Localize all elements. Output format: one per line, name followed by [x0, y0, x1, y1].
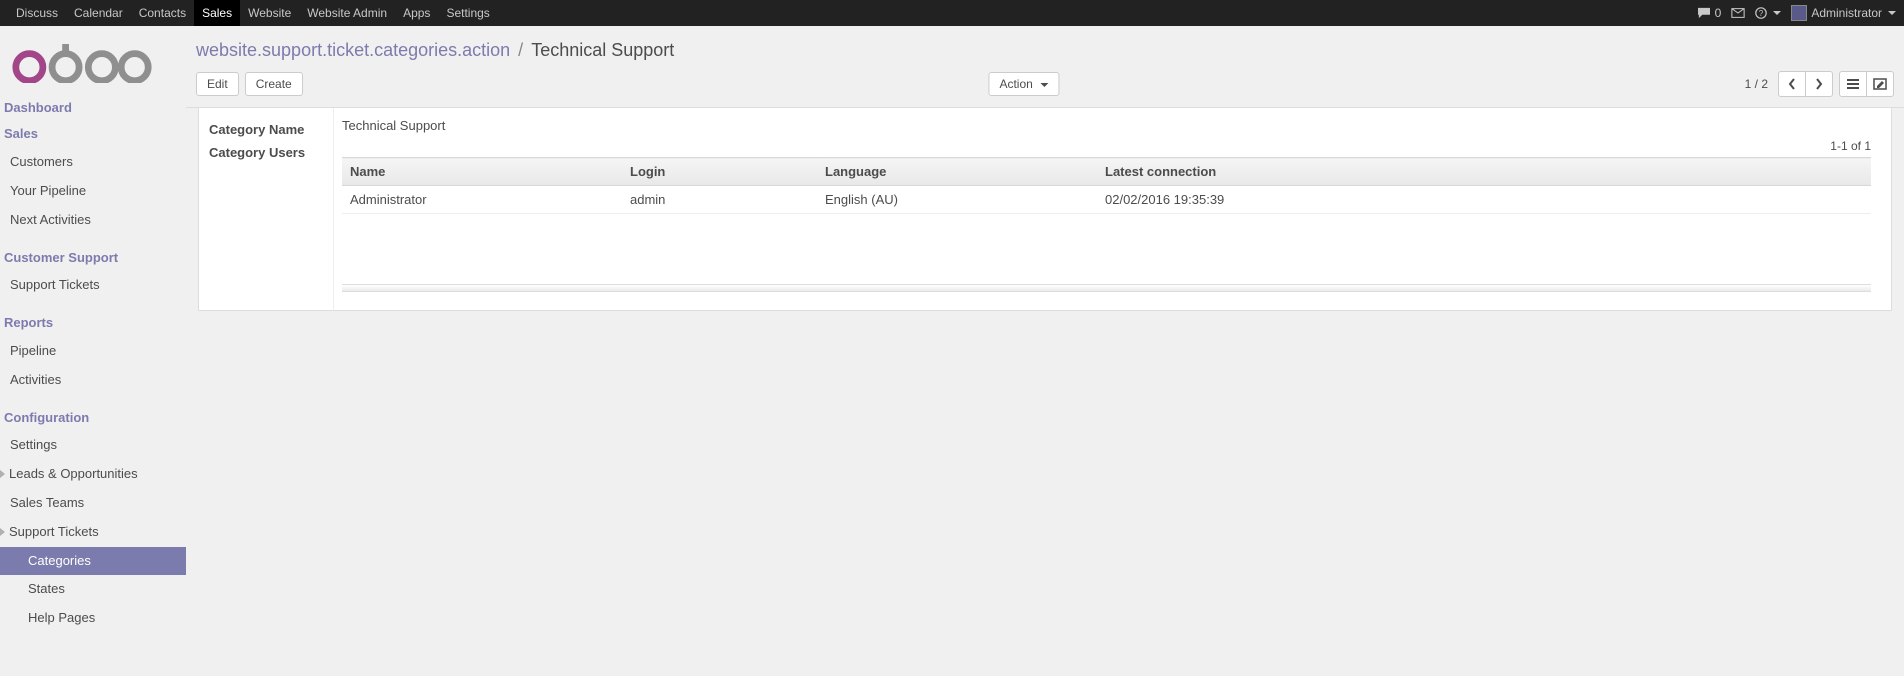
nav-calendar[interactable]: Calendar: [66, 0, 131, 26]
create-button[interactable]: Create: [245, 72, 303, 96]
content-area: website.support.ticket.categories.action…: [186, 26, 1904, 676]
odoo-logo-icon: [10, 44, 155, 83]
form-labels-column: Category Name Category Users: [199, 108, 334, 310]
sidebar-support-tickets[interactable]: Support Tickets: [0, 271, 186, 300]
form-values-column: Technical Support 1-1 of 1 Name Login La…: [334, 108, 1891, 310]
list-view-button[interactable]: [1839, 71, 1867, 97]
avatar-icon: [1791, 5, 1807, 21]
form-view-button[interactable]: [1866, 71, 1894, 97]
chevron-right-icon: [1815, 78, 1823, 90]
col-language[interactable]: Language: [817, 158, 1097, 186]
pager-next-button[interactable]: [1805, 71, 1833, 97]
nav-apps[interactable]: Apps: [395, 0, 438, 26]
messages-count: 0: [1715, 6, 1722, 20]
chevron-down-icon: [1773, 11, 1781, 15]
sidebar-help-pages[interactable]: Help Pages: [0, 604, 186, 633]
sidebar-config-support-tickets[interactable]: Support Tickets: [0, 518, 186, 547]
nav-website-admin[interactable]: Website Admin: [299, 0, 395, 26]
table-header-row: Name Login Language Latest connection: [342, 158, 1871, 186]
top-navbar: Discuss Calendar Contacts Sales Website …: [0, 0, 1904, 26]
sidebar-settings[interactable]: Settings: [0, 431, 186, 460]
logo: [0, 26, 186, 95]
toolbar: Edit Create Action 1 / 2: [186, 67, 1904, 108]
pager-text[interactable]: 1 / 2: [1745, 77, 1768, 91]
sidebar-states[interactable]: States: [0, 575, 186, 604]
cell-name: Administrator: [342, 186, 622, 214]
col-latest-connection[interactable]: Latest connection: [1097, 158, 1871, 186]
nav-discuss[interactable]: Discuss: [8, 0, 66, 26]
sidebar-leads-opportunities[interactable]: Leads & Opportunities: [0, 460, 186, 489]
sidebar: Dashboard Sales Customers Your Pipeline …: [0, 26, 186, 676]
label-category-users: Category Users: [209, 141, 333, 164]
action-label: Action: [999, 77, 1032, 91]
sidebar-next-activities[interactable]: Next Activities: [0, 206, 186, 235]
sidebar-categories[interactable]: Categories: [0, 547, 186, 576]
form-edit-icon: [1873, 78, 1887, 90]
sidebar-reports[interactable]: Reports: [0, 310, 186, 337]
col-login[interactable]: Login: [622, 158, 817, 186]
svg-text:?: ?: [1759, 9, 1764, 18]
cell-login: admin: [622, 186, 817, 214]
edit-button[interactable]: Edit: [196, 72, 239, 96]
action-dropdown[interactable]: Action: [988, 72, 1059, 96]
users-table: Name Login Language Latest connection Ad…: [342, 157, 1871, 254]
pager-buttons: [1778, 71, 1833, 97]
sidebar-your-pipeline[interactable]: Your Pipeline: [0, 177, 186, 206]
form-sheet: Category Name Category Users Technical S…: [198, 108, 1892, 311]
nav-contacts[interactable]: Contacts: [131, 0, 194, 26]
username-label: Administrator: [1811, 6, 1882, 20]
user-menu[interactable]: Administrator: [1791, 5, 1896, 21]
sidebar-activities[interactable]: Activities: [0, 366, 186, 395]
sidebar-pipeline[interactable]: Pipeline: [0, 337, 186, 366]
view-switcher: [1839, 71, 1894, 97]
help-menu[interactable]: ?: [1755, 7, 1781, 19]
pager-prev-button[interactable]: [1778, 71, 1806, 97]
speech-bubble-icon: [1697, 7, 1711, 19]
chevron-left-icon: [1788, 78, 1796, 90]
sidebar-customer-support[interactable]: Customer Support: [0, 245, 186, 272]
table-row[interactable]: Administrator admin English (AU) 02/02/2…: [342, 186, 1871, 214]
list-icon: [1846, 78, 1860, 90]
sidebar-sales-teams[interactable]: Sales Teams: [0, 489, 186, 518]
breadcrumb: website.support.ticket.categories.action…: [186, 26, 1904, 67]
messages-indicator[interactable]: 0: [1697, 6, 1722, 20]
top-nav-left: Discuss Calendar Contacts Sales Website …: [8, 0, 498, 26]
label-category-name: Category Name: [209, 118, 333, 141]
breadcrumb-parent[interactable]: website.support.ticket.categories.action: [196, 40, 510, 61]
value-category-name: Technical Support: [342, 118, 1881, 133]
mail-icon[interactable]: [1731, 7, 1745, 19]
sidebar-customers[interactable]: Customers: [0, 148, 186, 177]
col-name[interactable]: Name: [342, 158, 622, 186]
sidebar-sales[interactable]: Sales: [0, 121, 186, 148]
chevron-down-icon: [1888, 11, 1896, 15]
users-pager[interactable]: 1-1 of 1: [1830, 139, 1871, 153]
nav-settings[interactable]: Settings: [438, 0, 497, 26]
nav-sales[interactable]: Sales: [194, 0, 240, 26]
breadcrumb-separator: /: [518, 40, 523, 61]
nav-website[interactable]: Website: [240, 0, 299, 26]
top-nav-right: 0 ? Administrator: [1697, 5, 1896, 21]
horizontal-scrollbar[interactable]: [342, 284, 1871, 292]
breadcrumb-current: Technical Support: [531, 40, 674, 61]
sidebar-configuration[interactable]: Configuration: [0, 405, 186, 432]
cell-language: English (AU): [817, 186, 1097, 214]
sidebar-dashboard[interactable]: Dashboard: [0, 95, 186, 122]
cell-latest: 02/02/2016 19:35:39: [1097, 186, 1871, 214]
chevron-down-icon: [1040, 83, 1048, 87]
